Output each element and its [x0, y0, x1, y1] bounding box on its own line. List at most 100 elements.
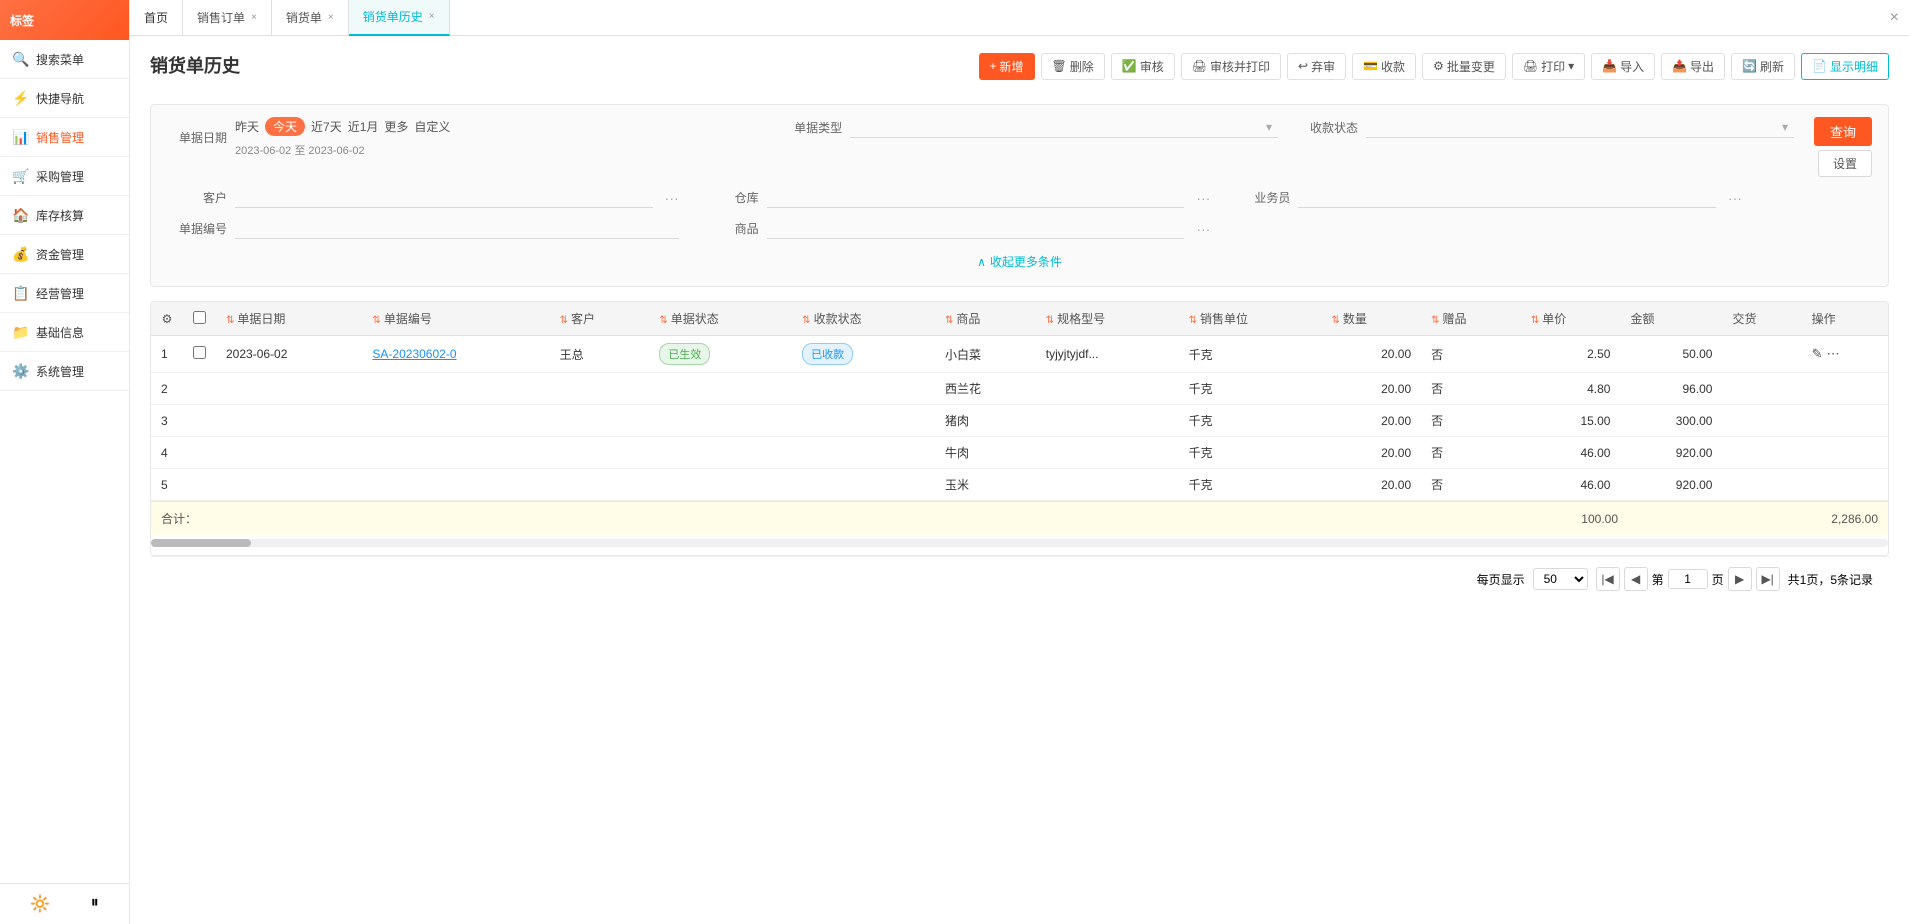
filter-goods-input[interactable] [767, 218, 1185, 239]
purchase-mgmt-icon: 🛒 [12, 167, 30, 185]
tab-home[interactable]: 首页 [130, 0, 183, 36]
cell-qty: 20.00 [1321, 437, 1421, 469]
add-button[interactable]: + 新增 [979, 53, 1035, 80]
col-unit[interactable]: ⇅销售单位 [1179, 302, 1322, 336]
collapse-icon: ∧ [977, 255, 986, 269]
row-checkbox[interactable] [193, 346, 206, 359]
col-payment-status[interactable]: ⇅收款状态 [792, 302, 935, 336]
horizontal-scrollbar[interactable] [151, 535, 1888, 555]
print-button[interactable]: 🖨 打印 ▾ [1512, 53, 1585, 80]
cell-gift: 否 [1421, 336, 1521, 373]
col-doc-status[interactable]: ⇅单据状态 [649, 302, 792, 336]
cell-qty: 20.00 [1321, 405, 1421, 437]
import-button[interactable]: 📥 导入 [1591, 53, 1655, 80]
sidebar-item-search-menu[interactable]: 🔍 搜索菜单 [0, 40, 129, 79]
collapse-button[interactable]: ∧ 收起更多条件 [167, 249, 1872, 274]
col-qty[interactable]: ⇅数量 [1321, 302, 1421, 336]
col-goods[interactable]: ⇅商品 [935, 302, 1036, 336]
tab-sales-order[interactable]: 销售订单 × [183, 0, 272, 36]
audit-print-button[interactable]: 🖨 审核并打印 [1181, 53, 1281, 80]
col-checkbox[interactable] [183, 302, 216, 336]
audit-label: 审核 [1140, 58, 1164, 75]
first-page-btn[interactable]: |◀ [1596, 567, 1620, 591]
select-all-checkbox[interactable] [193, 311, 206, 324]
filter-payment-status-label: 收款状态 [1298, 119, 1358, 136]
next-page-btn[interactable]: ▶ [1728, 567, 1752, 591]
doc-type-dropdown-icon: ▾ [1266, 120, 1272, 134]
date-shortcut-1month[interactable]: 近1月 [348, 118, 379, 135]
delete-button[interactable]: 🗑 删除 [1041, 53, 1105, 80]
filter-customer-input[interactable] [235, 187, 653, 208]
cell-seq: 5 [151, 469, 183, 501]
discard-button[interactable]: ↩ 弃审 [1287, 53, 1346, 80]
warehouse-ellipsis[interactable]: ··· [1196, 190, 1210, 206]
date-shortcut-more[interactable]: 更多 [384, 118, 408, 135]
cell-checkbox[interactable] [183, 373, 216, 405]
sidebar-item-inventory[interactable]: 🏠 库存核算 [0, 196, 129, 235]
sidebar-item-purchase-mgmt[interactable]: 🛒 采购管理 [0, 157, 129, 196]
show-detail-button[interactable]: 📄 显示明细 [1801, 53, 1889, 80]
col-settings[interactable]: ⚙ [151, 302, 183, 336]
window-close-btn[interactable]: × [1890, 9, 1909, 27]
sidebar-item-sales-mgmt[interactable]: 📊 销售管理 [0, 118, 129, 157]
page-number-input[interactable] [1668, 569, 1708, 589]
sidebar-item-ops[interactable]: 📋 经营管理 [0, 274, 129, 313]
setting-button[interactable]: 设置 [1818, 150, 1872, 177]
staff-ellipsis[interactable]: ··· [1728, 190, 1742, 206]
audit-button[interactable]: ✅ 审核 [1111, 53, 1175, 80]
doc-no-link[interactable]: SA-20230602-0 [372, 347, 456, 361]
col-spec[interactable]: ⇅规格型号 [1036, 302, 1179, 336]
edit-icon[interactable]: ✎ [1812, 346, 1823, 362]
main-area: 首页 销售订单 × 销货单 × 销货单历史 × × 销货单历史 + 新增 [130, 0, 1909, 924]
sidebar-item-basic-info[interactable]: 📁 基础信息 [0, 313, 129, 352]
col-doc-date[interactable]: ⇅单据日期 [216, 302, 362, 336]
export-button[interactable]: 📤 导出 [1661, 53, 1725, 80]
cell-doc-status [649, 469, 792, 501]
sidebar-bottom-icon1[interactable]: 🔆 [30, 894, 50, 914]
cell-checkbox[interactable] [183, 469, 216, 501]
col-unit-price[interactable]: ⇅单价 [1521, 302, 1621, 336]
date-shortcut-today[interactable]: 今天 [265, 117, 305, 136]
refresh-icon: 🔄 [1742, 59, 1757, 73]
date-shortcut-custom[interactable]: 自定义 [414, 118, 450, 135]
finance-icon: 💰 [12, 245, 30, 263]
query-button[interactable]: 查询 [1814, 117, 1872, 146]
collapse-label: 收起更多条件 [990, 253, 1062, 270]
per-page-select[interactable]: 50 20 100 [1533, 568, 1588, 590]
tab-sales-goods[interactable]: 销货单 × [272, 0, 349, 36]
filter-doc-no-input[interactable] [235, 218, 679, 239]
add-icon: + [990, 59, 997, 73]
tab-sales-history-close[interactable]: × [429, 11, 435, 22]
sidebar-item-finance[interactable]: 💰 资金管理 [0, 235, 129, 274]
filter-payment-status-select[interactable]: ▾ [1366, 117, 1794, 138]
filter-staff-input[interactable] [1298, 187, 1716, 208]
date-shortcut-7days[interactable]: 近7天 [311, 118, 342, 135]
cell-payment-status [792, 405, 935, 437]
more-icon[interactable]: ⋯ [1827, 346, 1840, 362]
last-page-btn[interactable]: ▶| [1756, 567, 1780, 591]
sidebar-item-quick-nav[interactable]: ⚡ 快捷导航 [0, 79, 129, 118]
goods-ellipsis[interactable]: ··· [1196, 221, 1210, 237]
prev-page-btn[interactable]: ◀ [1624, 567, 1648, 591]
cell-checkbox[interactable] [183, 405, 216, 437]
batch-change-button[interactable]: ⚙ 批量变更 [1422, 53, 1506, 80]
tab-sales-order-close[interactable]: × [251, 12, 257, 23]
sidebar-item-label: 资金管理 [36, 246, 84, 263]
filter-doc-type-select[interactable]: ▾ [850, 117, 1278, 138]
cell-checkbox[interactable] [183, 336, 216, 373]
cell-checkbox[interactable] [183, 437, 216, 469]
sidebar-bottom-icon2[interactable]: ⏸ [91, 894, 99, 914]
filter-warehouse-input[interactable] [767, 187, 1185, 208]
collect-button[interactable]: 💳 收款 [1352, 53, 1416, 80]
sidebar-item-sys-mgmt[interactable]: ⚙️ 系统管理 [0, 352, 129, 391]
col-gift[interactable]: ⇅赠品 [1421, 302, 1521, 336]
refresh-button[interactable]: 🔄 刷新 [1731, 53, 1795, 80]
filter-row-3: 单据编号 商品 ··· [167, 218, 1872, 239]
page-nav: |◀ ◀ 第 页 ▶ ▶| [1596, 567, 1780, 591]
tab-sales-history[interactable]: 销货单历史 × [349, 0, 450, 36]
customer-ellipsis[interactable]: ··· [665, 190, 679, 206]
date-shortcut-yesterday[interactable]: 昨天 [235, 118, 259, 135]
col-doc-no[interactable]: ⇅单据编号 [362, 302, 549, 336]
col-customer[interactable]: ⇅客户 [550, 302, 650, 336]
tab-sales-goods-close[interactable]: × [328, 12, 334, 23]
